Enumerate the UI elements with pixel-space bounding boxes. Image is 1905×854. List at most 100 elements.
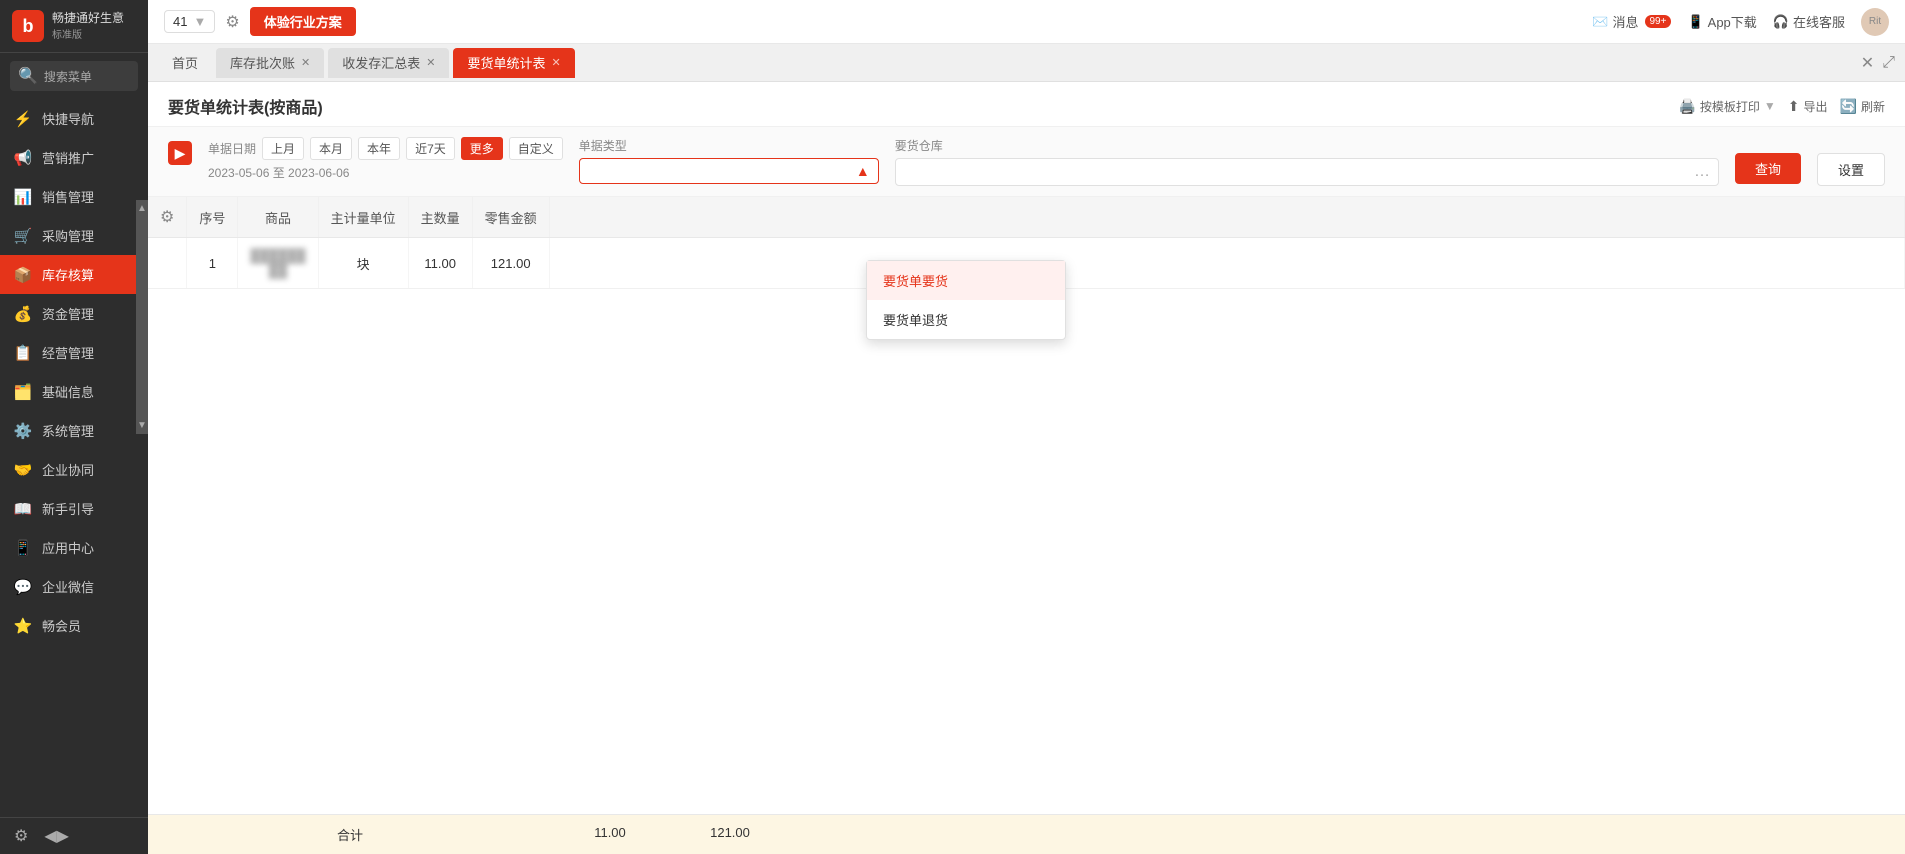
filter-date-last-month[interactable]: 上月 <box>262 137 304 160</box>
filter-warehouse-more[interactable]: … <box>1694 163 1710 181</box>
filter-type-group: 单据类型 ▲ <box>579 137 879 184</box>
filter-bar: ▶ 单据日期 上月 本月 本年 近7天 更多 自定义 2023-05-06 至 … <box>148 127 1905 197</box>
tab-order-stat[interactable]: 要货单统计表 ✕ <box>453 48 574 78</box>
sidebar-item-label: 新手引导 <box>42 499 94 518</box>
member-icon: ⭐ <box>14 617 32 635</box>
collapse-footer-icon[interactable]: ◀▶ <box>44 826 69 846</box>
page-header: 要货单统计表(按商品) 🖨️ 按模板打印 ▼ ⬆ 导出 🔄 刷新 <box>148 82 1905 127</box>
filter-date-custom[interactable]: 自定义 <box>509 137 563 160</box>
col-quantity-header: 主数量 <box>408 197 472 238</box>
tab-order-stat-label: 要货单统计表 <box>467 53 545 72</box>
online-service-btn[interactable]: 🎧 在线客服 <box>1773 12 1845 31</box>
avatar[interactable]: Rit <box>1861 8 1889 36</box>
filter-warehouse-input[interactable] <box>904 165 1690 180</box>
tab-receive-send-close[interactable]: ✕ <box>426 56 435 69</box>
app-name: 畅捷通好生意 <box>52 11 124 27</box>
tab-home-label: 首页 <box>172 53 198 72</box>
quick-nav-icon: ⚡ <box>14 110 32 128</box>
filter-type-input-row[interactable]: ▲ <box>579 158 879 184</box>
sidebar-item-finance[interactable]: 💰 资金管理 <box>0 294 148 333</box>
filter-date-more[interactable]: 更多 <box>461 137 503 160</box>
footer-empty-index <box>200 825 250 844</box>
table-settings-btn[interactable]: 设置 <box>1817 153 1885 186</box>
filter-date-this-year[interactable]: 本年 <box>358 137 400 160</box>
row-settings <box>148 238 187 289</box>
print-dropdown-icon: ▼ <box>1764 99 1776 113</box>
sidebar-item-enterprise[interactable]: 🤝 企业协同 <box>0 450 148 489</box>
filter-type-arrow-up[interactable]: ▲ <box>856 163 870 179</box>
topbar-right: ✉️ 消息 99+ 📱 App下载 🎧 在线客服 Rit <box>1592 8 1889 36</box>
expand-tab-btn[interactable]: ⤢ <box>1882 54 1895 72</box>
footer-quantity: 11.00 <box>550 825 670 844</box>
topbar-left: 41 ▼ ⚙ 体验行业方案 <box>164 7 356 36</box>
filter-date-this-month[interactable]: 本月 <box>310 137 352 160</box>
sidebar-item-basic-info[interactable]: 🗂️ 基础信息 <box>0 372 148 411</box>
online-service-icon: 🎧 <box>1773 14 1789 30</box>
guide-icon: 📖 <box>14 500 32 518</box>
topbar: 41 ▼ ⚙ 体验行业方案 ✉️ 消息 99+ 📱 App下载 🎧 在线客服 R… <box>148 0 1905 44</box>
store-selector[interactable]: 41 ▼ <box>164 10 215 33</box>
sidebar-item-quick-nav[interactable]: ⚡ 快捷导航 <box>0 99 148 138</box>
refresh-btn[interactable]: 🔄 刷新 <box>1840 98 1885 115</box>
close-tab-btn[interactable]: ✕ <box>1861 53 1874 73</box>
sidebar-search[interactable]: 🔍 搜索菜单 <box>10 61 138 91</box>
col-settings[interactable]: ⚙ <box>148 197 187 238</box>
sidebar-item-operations[interactable]: 📋 经营管理 <box>0 333 148 372</box>
filter-warehouse-input-row[interactable]: … <box>895 158 1719 186</box>
app-download-icon: 📱 <box>1687 14 1703 30</box>
sidebar-item-purchase[interactable]: 🛒 采购管理 <box>0 216 148 255</box>
filter-expand-btn[interactable]: ▶ <box>168 141 192 165</box>
col-unit-header: 主计量单位 <box>318 197 408 238</box>
search-label: 搜索菜单 <box>44 68 92 85</box>
sidebar-item-inventory[interactable]: 📦 库存核算 <box>0 255 148 294</box>
row-empty <box>549 238 1904 289</box>
tab-inventory-batch[interactable]: 库存批次账 ✕ <box>216 48 324 78</box>
app-center-icon: 📱 <box>14 539 32 557</box>
trial-btn[interactable]: 体验行业方案 <box>250 7 356 36</box>
page-header-right: 🖨️ 按模板打印 ▼ ⬆ 导出 🔄 刷新 <box>1678 98 1885 115</box>
sidebar-item-enterprise-wechat[interactable]: 💬 企业微信 <box>0 567 148 606</box>
dropdown-item-order-goods[interactable]: 要货单要货 <box>867 261 1065 300</box>
sidebar-item-label: 经营管理 <box>42 343 94 362</box>
sidebar-item-label: 应用中心 <box>42 538 94 557</box>
tab-home[interactable]: 首页 <box>158 48 212 78</box>
tabs-bar: 首页 库存批次账 ✕ 收发存汇总表 ✕ 要货单统计表 ✕ ✕ ⤢ <box>148 44 1905 82</box>
sidebar-scroll-up[interactable]: ▲ <box>137 200 147 217</box>
sidebar-scroll-down[interactable]: ▼ <box>137 417 147 434</box>
filter-date-label: 单据日期 <box>208 140 256 157</box>
print-btn[interactable]: 🖨️ 按模板打印 ▼ <box>1678 98 1775 115</box>
app-download-btn[interactable]: 📱 App下载 <box>1687 12 1756 31</box>
settings-footer-icon[interactable]: ⚙ <box>14 826 28 846</box>
sidebar-logo: b 畅捷通好生意 标准版 <box>0 0 148 53</box>
message-badge: 99+ <box>1645 15 1672 28</box>
row-product: ██████ ██ <box>238 238 318 289</box>
sidebar-item-app-center[interactable]: 📱 应用中心 <box>0 528 148 567</box>
topbar-settings-icon[interactable]: ⚙ <box>225 12 239 32</box>
export-btn[interactable]: ⬆ 导出 <box>1788 98 1828 115</box>
footer-empty-settings <box>160 825 200 844</box>
print-icon: 🖨️ <box>1678 98 1695 115</box>
filter-date-7days[interactable]: 近7天 <box>406 137 455 160</box>
dropdown-item-order-return[interactable]: 要货单退货 <box>867 300 1065 339</box>
store-num: 41 <box>173 14 187 29</box>
tab-inventory-batch-close[interactable]: ✕ <box>301 56 310 69</box>
print-label: 按模板打印 <box>1700 98 1760 115</box>
sidebar-item-label: 采购管理 <box>42 226 94 245</box>
filter-type-label: 单据类型 <box>579 137 879 154</box>
filter-warehouse-group: 要货仓库 … <box>895 137 1719 186</box>
footer-cells: 合计 11.00 121.00 <box>160 825 1893 844</box>
sidebar-item-member[interactable]: ⭐ 畅会员 <box>0 606 148 645</box>
app-version: 标准版 <box>52 26 124 41</box>
sidebar-item-guide[interactable]: 📖 新手引导 <box>0 489 148 528</box>
app-logo-icon: b <box>12 10 44 42</box>
tab-order-stat-close[interactable]: ✕ <box>552 56 561 69</box>
tab-receive-send[interactable]: 收发存汇总表 ✕ <box>328 48 449 78</box>
footer-amount: 121.00 <box>670 825 790 844</box>
sidebar-item-marketing[interactable]: 📢 营销推广 <box>0 138 148 177</box>
query-btn[interactable]: 查询 <box>1735 153 1801 184</box>
sidebar-item-sales[interactable]: 📊 销售管理 <box>0 177 148 216</box>
sidebar-item-system[interactable]: ⚙️ 系统管理 <box>0 411 148 450</box>
filter-type-input[interactable] <box>588 164 852 179</box>
messages-btn[interactable]: ✉️ 消息 99+ <box>1592 12 1671 31</box>
sidebar-item-label: 营销推广 <box>42 148 94 167</box>
